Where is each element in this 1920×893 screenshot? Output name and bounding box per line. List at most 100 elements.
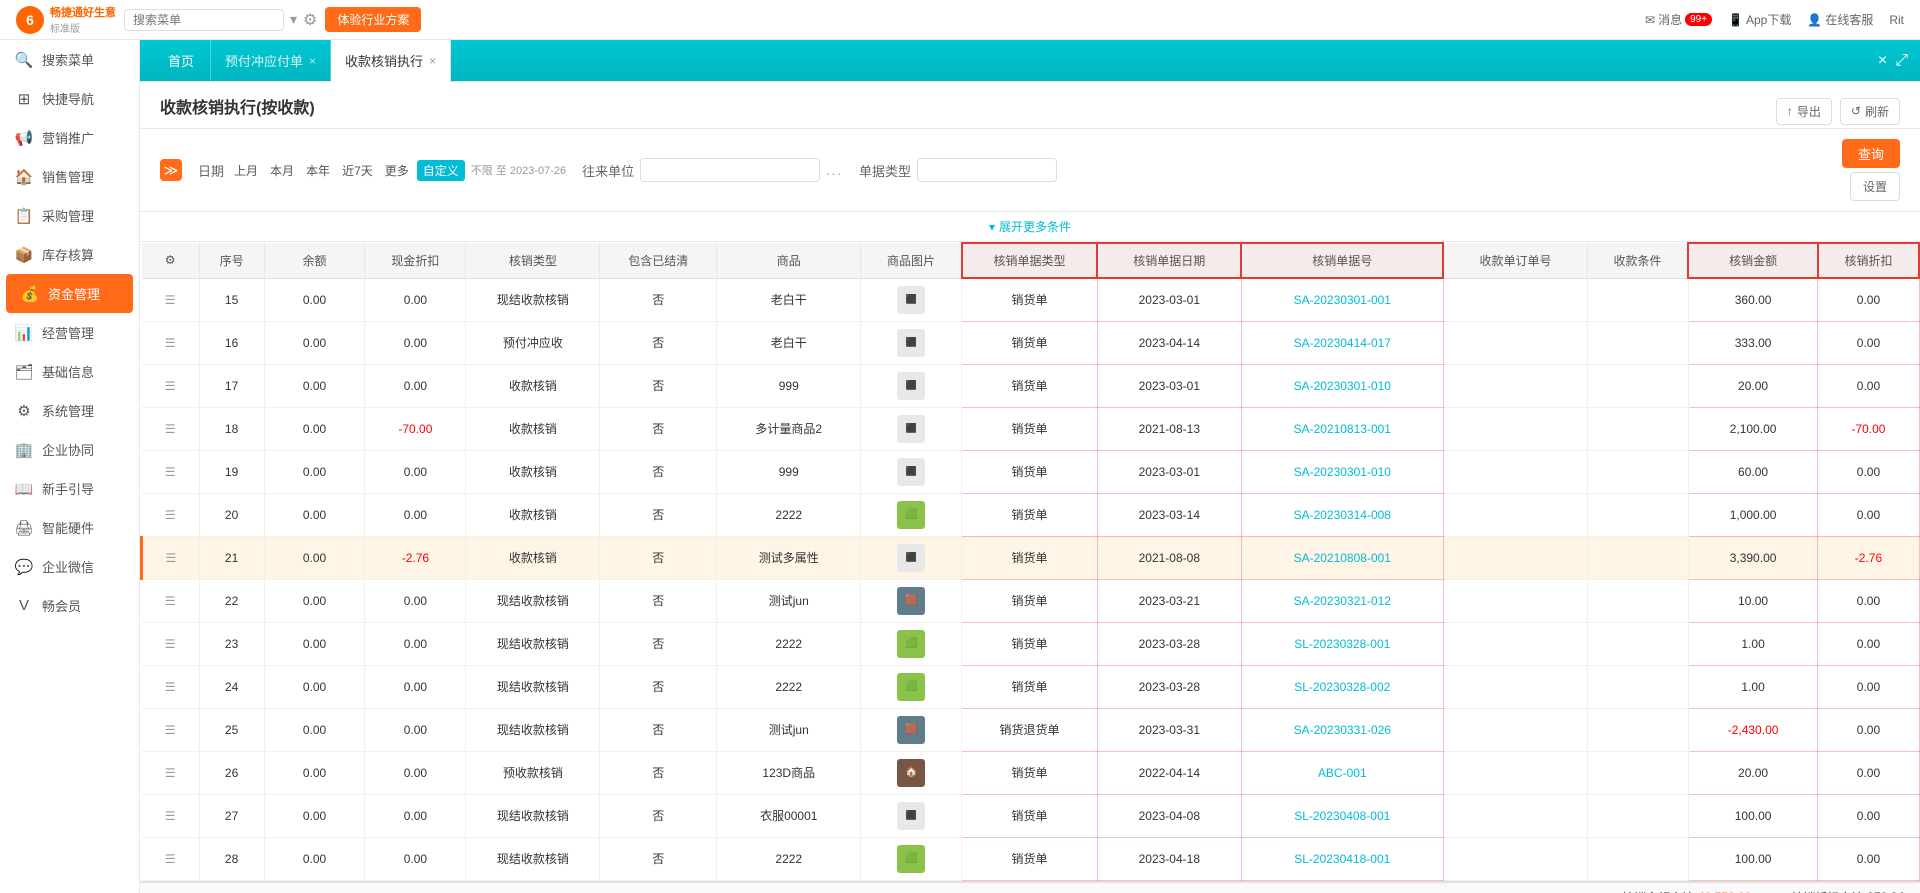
ver-bill-no-cell: SL-20230408-001: [1241, 794, 1443, 837]
gear-column-header[interactable]: ⚙: [142, 243, 200, 278]
gear-cell[interactable]: ☰: [142, 278, 200, 321]
goods-cell: 2222: [717, 665, 861, 708]
sidebar-item-hardware[interactable]: 🖨 智能硬件: [0, 508, 139, 547]
voucher-type-input[interactable]: [917, 158, 1057, 182]
ver-bill-no-link[interactable]: SA-20210808-001: [1294, 551, 1391, 565]
query-button[interactable]: 查询: [1842, 139, 1900, 168]
top-search-input[interactable]: [124, 9, 284, 31]
gear-icon[interactable]: ⚙: [303, 10, 317, 30]
sidebar-item-system[interactable]: ⚙ 系统管理: [0, 391, 139, 430]
expand-more-button[interactable]: ▾ 展开更多条件: [989, 218, 1071, 235]
receipt-order-no-cell: [1443, 708, 1587, 751]
table-row: ☰ 28 0.00 0.00 现结收款核销 否 2222 🟩 销货单 2023-…: [142, 837, 1920, 880]
ver-bill-type-cell: 销货单: [962, 450, 1098, 493]
tab-prepay[interactable]: 预付冲应付单 ×: [211, 40, 331, 82]
this-year-btn[interactable]: 本年: [302, 160, 334, 181]
sidebar-item-finance[interactable]: 💰 资金管理: [6, 274, 133, 313]
ver-bill-no-link[interactable]: SA-20230314-008: [1294, 508, 1391, 522]
gear-cell[interactable]: ☰: [142, 321, 200, 364]
ver-discount-cell: 0.00: [1818, 278, 1919, 321]
ver-bill-type-cell: 销货单: [962, 837, 1098, 880]
ver-bill-type-cell: 销货退货单: [962, 708, 1098, 751]
cash-discount-cell: 0.00: [365, 751, 466, 794]
row-no: 24: [199, 665, 264, 708]
app-download-button[interactable]: 📱 App下载: [1728, 11, 1791, 28]
ver-bill-no-link[interactable]: SA-20230331-026: [1294, 723, 1391, 737]
ver-bill-no-link[interactable]: SA-20230414-017: [1294, 336, 1391, 350]
gear-cell[interactable]: ☰: [142, 665, 200, 708]
vip-icon: V: [14, 597, 34, 614]
top-bar-right: ✉ 消息 99+ 📱 App下载 👤 在线客服 Rit: [1645, 11, 1904, 28]
gear-cell[interactable]: ☰: [142, 407, 200, 450]
tab-close-all-button[interactable]: ×: [1878, 52, 1887, 70]
ver-bill-no-link[interactable]: SA-20230301-001: [1294, 293, 1391, 307]
balance-cell: 0.00: [264, 450, 365, 493]
gear-cell[interactable]: ☰: [142, 536, 200, 579]
ver-discount-cell: 0.00: [1818, 665, 1919, 708]
prepay-tab-close-icon[interactable]: ×: [309, 54, 316, 68]
gear-cell[interactable]: ☰: [142, 622, 200, 665]
gear-cell[interactable]: ☰: [142, 708, 200, 751]
last-7days-btn[interactable]: 近7天: [338, 160, 377, 181]
sidebar-label-guide: 新手引导: [42, 479, 94, 498]
prepay-tab-label: 预付冲应付单: [225, 51, 303, 70]
ver-bill-no-link[interactable]: SL-20230418-001: [1294, 852, 1390, 866]
sidebar-item-sales[interactable]: 🏠 销售管理: [0, 157, 139, 196]
ver-bill-no-cell: SA-20230301-001: [1241, 278, 1443, 321]
online-service-button[interactable]: 👤 在线客服: [1807, 11, 1873, 28]
ver-bill-no-link[interactable]: SA-20230321-012: [1294, 594, 1391, 608]
ver-bill-no-link[interactable]: SA-20230301-010: [1294, 465, 1391, 479]
sidebar-item-base[interactable]: 🗂 基础信息: [0, 352, 139, 391]
settled-cell: 否: [600, 536, 717, 579]
refresh-button[interactable]: ↺ 刷新: [1840, 98, 1900, 125]
ver-bill-no-link[interactable]: SA-20230301-010: [1294, 379, 1391, 393]
table-row: ☰ 21 0.00 -2.76 收款核销 否 测试多属性 ⬛ 销货单 2021-…: [142, 536, 1920, 579]
gear-cell[interactable]: ☰: [142, 579, 200, 622]
table-row: ☰ 16 0.00 0.00 预付冲应收 否 老白干 ⬛ 销货单 2023-04…: [142, 321, 1920, 364]
tab-maximize-button[interactable]: ⤢: [1895, 52, 1908, 70]
trial-button[interactable]: 体验行业方案: [325, 7, 421, 32]
gear-cell[interactable]: ☰: [142, 794, 200, 837]
filter-expand-button[interactable]: ≫: [160, 159, 182, 181]
last-month-btn[interactable]: 上月: [230, 160, 262, 181]
sidebar-item-vip[interactable]: V 畅会员: [0, 586, 139, 625]
ver-bill-no-link[interactable]: SL-20230328-002: [1294, 680, 1390, 694]
sidebar-item-operations[interactable]: 📊 经营管理: [0, 313, 139, 352]
messages-button[interactable]: ✉ 消息 99+: [1645, 11, 1712, 28]
more-date-btn[interactable]: 更多: [381, 160, 413, 181]
verification-tab-close-icon[interactable]: ×: [429, 54, 436, 68]
ver-bill-no-link[interactable]: ABC-001: [1318, 766, 1367, 780]
goods-image: ⬛: [897, 329, 925, 357]
sidebar-item-wechat[interactable]: 💬 企业微信: [0, 547, 139, 586]
sidebar-item-shortcut[interactable]: ⊞ 快捷导航: [0, 79, 139, 118]
sidebar-item-marketing[interactable]: 📢 营销推广: [0, 118, 139, 157]
tab-verification[interactable]: 收款核销执行 ×: [331, 40, 451, 82]
ver-bill-type-cell: 销货单: [962, 665, 1098, 708]
settings-button[interactable]: 设置: [1850, 172, 1900, 201]
receipt-condition-cell: [1587, 708, 1688, 751]
no-column-header: 序号: [199, 243, 264, 278]
this-month-btn[interactable]: 本月: [266, 160, 298, 181]
sidebar-item-search[interactable]: 🔍 搜索菜单: [0, 40, 139, 79]
export-button[interactable]: ↑ 导出: [1776, 98, 1832, 125]
user-name[interactable]: Rit: [1889, 13, 1904, 27]
sidebar-item-inventory[interactable]: 📦 库存核算: [0, 235, 139, 274]
ver-bill-no-link[interactable]: SL-20230408-001: [1294, 809, 1390, 823]
ver-bill-date-cell: 2022-04-14: [1097, 751, 1241, 794]
sidebar-item-guide[interactable]: 📖 新手引导: [0, 469, 139, 508]
gear-cell[interactable]: ☰: [142, 364, 200, 407]
ver-bill-no-link[interactable]: SA-20210813-001: [1294, 422, 1391, 436]
from-unit-group: 往来单位 ...: [582, 158, 843, 182]
custom-date-btn[interactable]: 自定义: [417, 160, 465, 181]
sidebar-item-enterprise[interactable]: 🏢 企业协同: [0, 430, 139, 469]
gear-cell[interactable]: ☰: [142, 837, 200, 880]
from-unit-input[interactable]: [640, 158, 820, 182]
tab-home[interactable]: 首页: [152, 40, 211, 82]
gear-cell[interactable]: ☰: [142, 493, 200, 536]
sidebar-item-purchase[interactable]: 📋 采购管理: [0, 196, 139, 235]
gear-cell[interactable]: ☰: [142, 450, 200, 493]
gear-cell[interactable]: ☰: [142, 751, 200, 794]
ver-bill-no-link[interactable]: SL-20230328-001: [1294, 637, 1390, 651]
ver-bill-type-cell: 销货单: [962, 794, 1098, 837]
goods-image: ⬛: [897, 458, 925, 486]
